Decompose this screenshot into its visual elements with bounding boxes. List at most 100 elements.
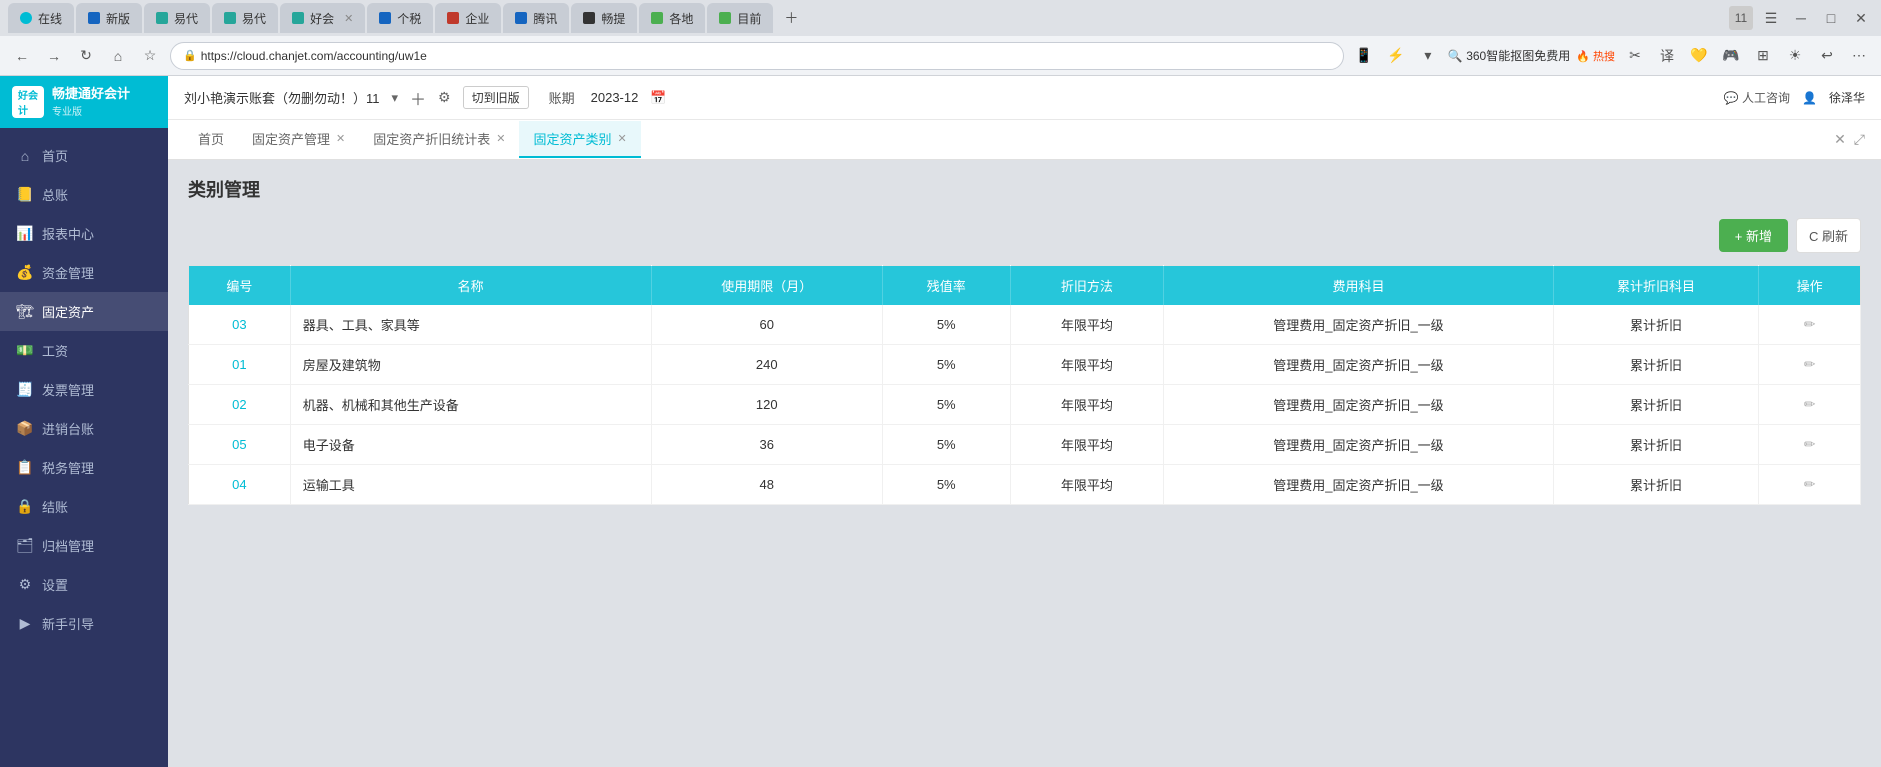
invoice-icon: 🧾 bbox=[16, 381, 34, 399]
cell-code-0[interactable]: 03 bbox=[189, 305, 291, 345]
content-tab-home[interactable]: 首页 bbox=[184, 121, 238, 158]
search-text: 🔍 360智能抠图免费用 bbox=[1448, 47, 1570, 64]
consult-button[interactable]: 💬 人工咨询 bbox=[1724, 89, 1790, 106]
browser-tab-2[interactable]: 易代 bbox=[144, 3, 210, 33]
tab-close-4[interactable]: ✕ bbox=[344, 12, 353, 25]
sidebar-item-home[interactable]: ⌂ 首页 bbox=[0, 136, 168, 175]
tab-label-2: 易代 bbox=[174, 10, 198, 27]
content-tab-depreciation-label: 固定资产折旧统计表 bbox=[373, 129, 490, 148]
cell-months-3: 36 bbox=[651, 425, 882, 465]
sidebar-label-asset: 固定资产 bbox=[42, 302, 94, 321]
refresh-button[interactable]: C 刷新 bbox=[1796, 218, 1861, 253]
wallet-button[interactable]: 💛 bbox=[1687, 44, 1711, 68]
game-button[interactable]: 🎮 bbox=[1719, 44, 1743, 68]
undo-button[interactable]: ↩ bbox=[1815, 44, 1839, 68]
tab-label-10: 目前 bbox=[737, 10, 761, 27]
browser-tab-8[interactable]: 畅提 bbox=[571, 3, 637, 33]
browser-tab-1[interactable]: 新版 bbox=[76, 3, 142, 33]
close-tab-asset-mgmt[interactable]: ✕ bbox=[336, 132, 345, 145]
sidebar-item-asset[interactable]: 🏗 固定资产 bbox=[0, 292, 168, 331]
new-tab-button[interactable]: ＋ bbox=[779, 6, 803, 30]
sidebar-item-ledger[interactable]: 📒 总账 bbox=[0, 175, 168, 214]
browser-tab-10[interactable]: 目前 bbox=[707, 3, 773, 33]
header-user-arrow[interactable]: ▾ bbox=[392, 90, 399, 106]
home-button[interactable]: ⌂ bbox=[106, 44, 130, 68]
sidebar-item-invoice[interactable]: 🧾 发票管理 bbox=[0, 370, 168, 409]
header-settings-btn[interactable]: ⚙ bbox=[438, 89, 451, 106]
translate-button[interactable]: 译 bbox=[1655, 44, 1679, 68]
scissors-button[interactable]: ✂ bbox=[1623, 44, 1647, 68]
tab-label-0: 在线 bbox=[38, 10, 62, 27]
switch-view-button[interactable]: 切到旧版 bbox=[463, 86, 529, 109]
forward-button[interactable]: → bbox=[42, 44, 66, 68]
maximize-window-icon[interactable]: ⤢ bbox=[1854, 131, 1865, 148]
guide-icon: ▶ bbox=[16, 615, 34, 633]
sidebar-item-payroll[interactable]: 💵 工资 bbox=[0, 331, 168, 370]
close-tab-depreciation[interactable]: ✕ bbox=[496, 132, 505, 145]
browser-tab-3[interactable]: 易代 bbox=[212, 3, 278, 33]
cell-code-2[interactable]: 02 bbox=[189, 385, 291, 425]
header-add-btn[interactable]: ＋ bbox=[410, 86, 426, 110]
content-tab-category[interactable]: 固定资产类别 ✕ bbox=[519, 121, 640, 158]
devices-button[interactable]: 📱 bbox=[1352, 44, 1376, 68]
sidebar-item-report[interactable]: 📊 报表中心 bbox=[0, 214, 168, 253]
close-tab-category[interactable]: ✕ bbox=[618, 132, 627, 145]
edit-button-3[interactable]: ✏ bbox=[1804, 436, 1816, 452]
lightning-button[interactable]: ⚡ bbox=[1384, 44, 1408, 68]
content-tab-asset-mgmt[interactable]: 固定资产管理 ✕ bbox=[238, 121, 359, 158]
sidebar-item-tax[interactable]: 📋 税务管理 bbox=[0, 448, 168, 487]
home-icon: ⌂ bbox=[16, 147, 34, 165]
sidebar-item-guide[interactable]: ▶ 新手引导 bbox=[0, 604, 168, 643]
bookmark-button[interactable]: ☆ bbox=[138, 44, 162, 68]
brightness-button[interactable]: ☀ bbox=[1783, 44, 1807, 68]
cell-code-1[interactable]: 01 bbox=[189, 345, 291, 385]
brand-logo: 好会计 bbox=[12, 86, 44, 118]
sidebar-label-invoice: 发票管理 bbox=[42, 380, 94, 399]
cell-accum-2: 累计折旧 bbox=[1553, 385, 1758, 425]
sidebar-item-closing[interactable]: 🔒 结账 bbox=[0, 487, 168, 526]
browser-close-button[interactable]: ✕ bbox=[1849, 6, 1873, 30]
sidebar-label-archive: 归档管理 bbox=[42, 536, 94, 555]
address-bar[interactable]: 🔒 https://cloud.chanjet.com/accounting/u… bbox=[170, 42, 1344, 70]
sidebar-item-archive[interactable]: 🗂 归档管理 bbox=[0, 526, 168, 565]
ledger-icon: 📒 bbox=[16, 186, 34, 204]
add-category-button[interactable]: + 新增 bbox=[1719, 219, 1788, 252]
toolbar-row: + 新增 C 刷新 bbox=[188, 218, 1861, 253]
cell-code-3[interactable]: 05 bbox=[189, 425, 291, 465]
browser-maximize-button[interactable]: □ bbox=[1819, 6, 1843, 30]
sidebar: 好会计 畅捷通好会计 专业版 ⌂ 首页 📒 总账 📊 报表中心 bbox=[0, 76, 168, 767]
content-tab-depreciation[interactable]: 固定资产折旧统计表 ✕ bbox=[359, 121, 519, 158]
col-header-action: 操作 bbox=[1759, 266, 1861, 306]
close-window-icon[interactable]: ✕ bbox=[1834, 131, 1846, 148]
sidebar-item-fund[interactable]: 💰 资金管理 bbox=[0, 253, 168, 292]
browser-tab-7[interactable]: 腾讯 bbox=[503, 3, 569, 33]
page-content: 类别管理 + 新增 C 刷新 编号 名称 使用期限（月） 残值率 折旧方法 bbox=[168, 160, 1881, 767]
cell-accum-3: 累计折旧 bbox=[1553, 425, 1758, 465]
inventory-icon: 📦 bbox=[16, 420, 34, 438]
browser-tab-9[interactable]: 各地 bbox=[639, 3, 705, 33]
browser-menu-button[interactable]: ☰ bbox=[1759, 6, 1783, 30]
table-header-row: 编号 名称 使用期限（月） 残值率 折旧方法 费用科目 累计折旧科目 操作 bbox=[189, 266, 1861, 306]
browser-toolbar: ← → ↻ ⌂ ☆ 🔒 https://cloud.chanjet.com/ac… bbox=[0, 36, 1881, 76]
calendar-icon[interactable]: 📅 bbox=[650, 90, 666, 106]
cell-code-4[interactable]: 04 bbox=[189, 465, 291, 505]
back-button[interactable]: ← bbox=[10, 44, 34, 68]
browser-tab-0[interactable]: 在线 bbox=[8, 3, 74, 33]
cell-name-4: 运输工具 bbox=[290, 465, 651, 505]
grid-button[interactable]: ⊞ bbox=[1751, 44, 1775, 68]
browser-tab-6[interactable]: 企业 bbox=[435, 3, 501, 33]
edit-button-2[interactable]: ✏ bbox=[1804, 396, 1816, 412]
period-value: 2023-12 bbox=[591, 90, 639, 105]
cell-name-2: 机器、机械和其他生产设备 bbox=[290, 385, 651, 425]
more-button[interactable]: ⋯ bbox=[1847, 44, 1871, 68]
browser-tab-4[interactable]: 好会 ✕ bbox=[280, 3, 365, 33]
dropdown-button[interactable]: ▾ bbox=[1416, 44, 1440, 68]
edit-button-1[interactable]: ✏ bbox=[1804, 356, 1816, 372]
edit-button-4[interactable]: ✏ bbox=[1804, 476, 1816, 492]
sidebar-item-settings[interactable]: ⚙ 设置 bbox=[0, 565, 168, 604]
reload-button[interactable]: ↻ bbox=[74, 44, 98, 68]
browser-minimize-button[interactable]: ─ bbox=[1789, 6, 1813, 30]
browser-tab-5[interactable]: 个税 bbox=[367, 3, 433, 33]
edit-button-0[interactable]: ✏ bbox=[1804, 316, 1816, 332]
sidebar-item-inventory[interactable]: 📦 进销台账 bbox=[0, 409, 168, 448]
